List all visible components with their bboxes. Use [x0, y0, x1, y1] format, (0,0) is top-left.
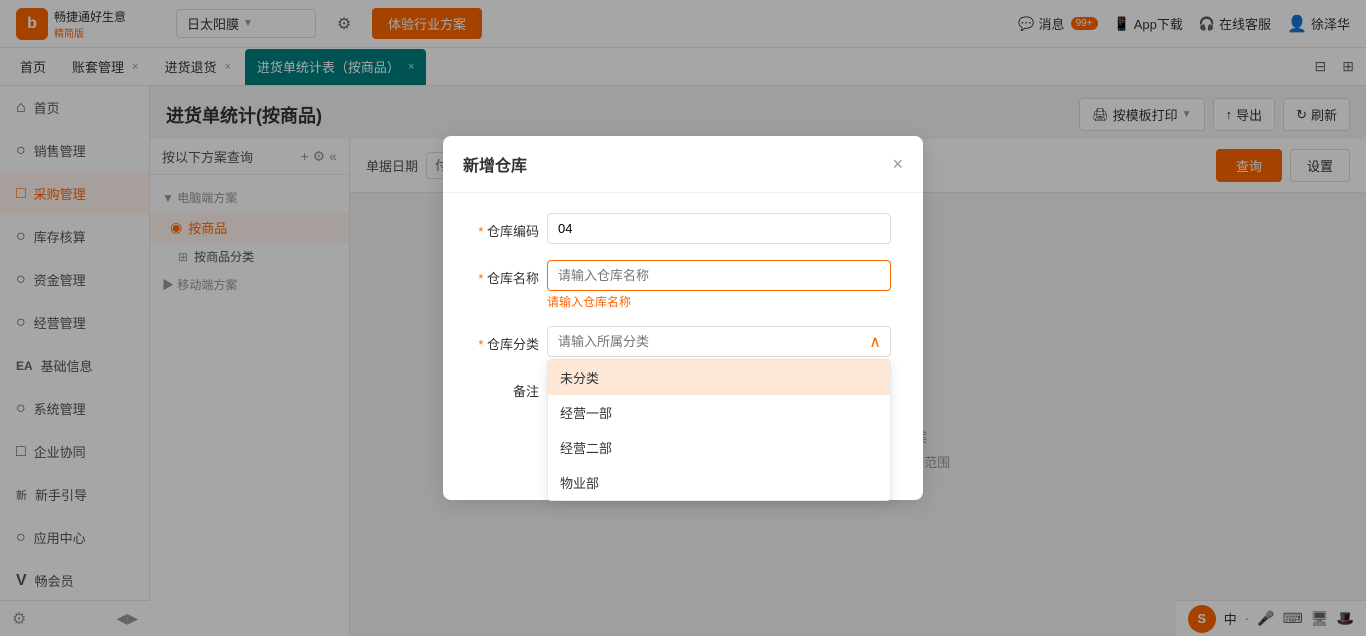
name-group: 请输入仓库名称 — [547, 260, 891, 310]
name-input[interactable] — [547, 260, 891, 291]
add-warehouse-dialog: 新增仓库 × 仓库编码 仓库名称 请输入仓库名称 仓库分类 — [443, 136, 923, 500]
code-label: 仓库编码 — [475, 213, 539, 240]
notes-label: 备注 — [475, 373, 539, 400]
dropdown-item-0[interactable]: 未分类 — [548, 360, 890, 395]
category-input[interactable] — [547, 326, 891, 357]
category-label: 仓库分类 — [475, 326, 539, 353]
name-error-msg: 请输入仓库名称 — [547, 293, 891, 310]
code-row: 仓库编码 — [475, 213, 891, 244]
dialog-title: 新增仓库 — [463, 152, 527, 176]
dropdown-item-3[interactable]: 物业部 — [548, 465, 890, 500]
category-arrow-icon[interactable]: ∧ — [869, 332, 881, 352]
name-label: 仓库名称 — [475, 260, 539, 287]
dialog-close-button[interactable]: × — [892, 155, 903, 173]
code-input[interactable] — [547, 213, 891, 244]
dropdown-item-2[interactable]: 经营二部 — [548, 430, 890, 465]
dropdown-item-1[interactable]: 经营一部 — [548, 395, 890, 430]
dialog-body: 仓库编码 仓库名称 请输入仓库名称 仓库分类 ∧ 未 — [443, 193, 923, 440]
category-dropdown: 未分类 经营一部 经营二部 物业部 — [547, 359, 891, 501]
dialog-header: 新增仓库 × — [443, 136, 923, 193]
category-select-wrapper: ∧ 未分类 经营一部 经营二部 物业部 — [547, 326, 891, 357]
category-row: 仓库分类 ∧ 未分类 经营一部 经营二部 物业部 — [475, 326, 891, 357]
name-row: 仓库名称 请输入仓库名称 — [475, 260, 891, 310]
